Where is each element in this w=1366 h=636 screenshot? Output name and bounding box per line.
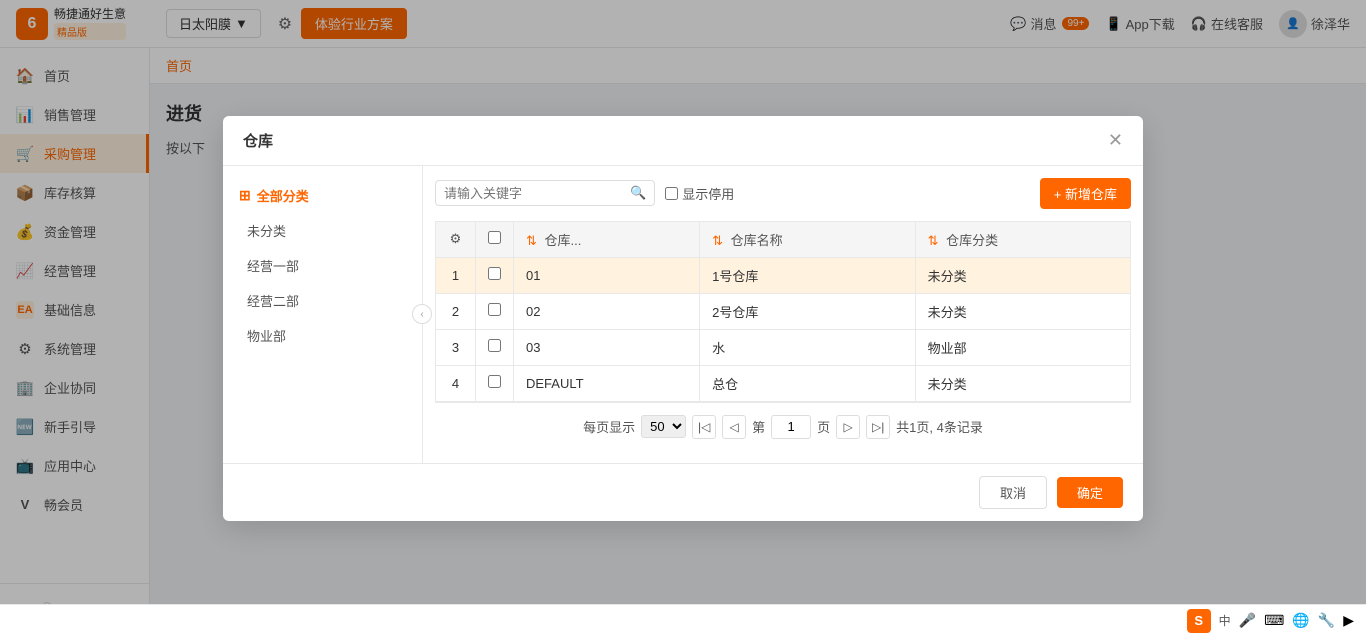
- pagination: 每页显示 50 |◁ ◁ 第 页 ▷ ▷| 共1页, 4条记录: [435, 402, 1131, 451]
- row-checkbox-4[interactable]: [476, 365, 514, 401]
- add-warehouse-button[interactable]: + 新增仓库: [1040, 178, 1131, 209]
- per-page-label: 每页显示: [583, 417, 635, 436]
- keyboard-icon: ⌨: [1264, 612, 1284, 629]
- search-icon: 🔍: [630, 185, 646, 201]
- row-checkbox-3[interactable]: [476, 329, 514, 365]
- page-prev-btn[interactable]: ◁: [722, 415, 746, 439]
- table-row[interactable]: 1 01 1号仓库 未分类: [436, 257, 1131, 293]
- category-item-property[interactable]: 物业部: [223, 318, 422, 353]
- play-icon: ▶: [1343, 612, 1354, 629]
- show-disabled-label[interactable]: 显示停用: [665, 184, 734, 203]
- row-index-4: 4: [436, 365, 476, 401]
- category-item-ops2[interactable]: 经营二部: [223, 283, 422, 318]
- category-all-label: 全部分类: [257, 186, 309, 205]
- col-name: ⇅ 仓库名称: [700, 221, 915, 257]
- row-category-2: 未分类: [915, 293, 1130, 329]
- modal-title: 仓库: [243, 130, 273, 151]
- table-row[interactable]: 2 02 2号仓库 未分类: [436, 293, 1131, 329]
- col-code: ⇅ 仓库...: [514, 221, 700, 257]
- page-last-btn[interactable]: ▷|: [866, 415, 890, 439]
- row-index-3: 3: [436, 329, 476, 365]
- row-index-1: 1: [436, 257, 476, 293]
- row-category-4: 未分类: [915, 365, 1130, 401]
- show-disabled-checkbox[interactable]: [665, 187, 678, 200]
- settings-col-icon: ⚙: [450, 231, 462, 246]
- row-checkbox-2[interactable]: [476, 293, 514, 329]
- category-all[interactable]: ⊞ 全部分类: [223, 178, 422, 213]
- category-item-uncategorized[interactable]: 未分类: [223, 213, 422, 248]
- modal-body: ⊞ 全部分类 未分类 经营一部 经营二部 物业部 ‹: [223, 166, 1143, 463]
- bottom-bar: S 中 🎤 ⌨ 🌐 🔧 ▶: [0, 604, 1366, 636]
- category-collapse-btn[interactable]: ‹: [412, 304, 432, 324]
- modal-footer: 取消 确定: [223, 463, 1143, 521]
- row-category-3: 物业部: [915, 329, 1130, 365]
- modal-overlay: 仓库 ✕ ⊞ 全部分类 未分类 经营一部 经营二部: [0, 0, 1366, 636]
- row-index-2: 2: [436, 293, 476, 329]
- confirm-button[interactable]: 确定: [1057, 477, 1123, 508]
- table-row[interactable]: 4 DEFAULT 总仓 未分类: [436, 365, 1131, 401]
- row-code-2: 02: [514, 293, 700, 329]
- page-next-btn[interactable]: ▷: [836, 415, 860, 439]
- col-category: ⇅ 仓库分类: [915, 221, 1130, 257]
- search-wrap: 🔍: [435, 180, 655, 206]
- modal-close-button[interactable]: ✕: [1108, 130, 1123, 151]
- table-toolbar: 🔍 显示停用 + 新增仓库: [435, 178, 1131, 209]
- warehouse-table: ⚙ ⇅ 仓库... ⇅: [435, 221, 1131, 402]
- page-first-btn[interactable]: |◁: [692, 415, 716, 439]
- row-category-1: 未分类: [915, 257, 1130, 293]
- row-checkbox-1[interactable]: [476, 257, 514, 293]
- cancel-button[interactable]: 取消: [979, 476, 1047, 509]
- ime-label: 中: [1219, 612, 1231, 629]
- category-panel: ⊞ 全部分类 未分类 经营一部 经营二部 物业部 ‹: [223, 166, 423, 463]
- warehouse-modal: 仓库 ✕ ⊞ 全部分类 未分类 经营一部 经营二部: [223, 116, 1143, 521]
- per-page-select[interactable]: 50: [641, 415, 686, 438]
- mic-icon: 🎤: [1239, 612, 1256, 629]
- row-code-1: 01: [514, 257, 700, 293]
- pagination-total: 共1页, 4条记录: [896, 417, 983, 436]
- row-name-1: 1号仓库: [700, 257, 915, 293]
- row-name-2: 2号仓库: [700, 293, 915, 329]
- page-label-pre: 第: [752, 417, 765, 436]
- row-code-3: 03: [514, 329, 700, 365]
- language-icon: 🌐: [1292, 612, 1309, 629]
- category-item-ops1[interactable]: 经营一部: [223, 248, 422, 283]
- search-input[interactable]: [444, 186, 624, 201]
- sort-cat-icon: ⇅: [928, 233, 939, 249]
- col-settings: ⚙: [436, 221, 476, 257]
- row-code-4: DEFAULT: [514, 365, 700, 401]
- table-header: ⚙ ⇅ 仓库... ⇅: [436, 221, 1131, 257]
- select-all-checkbox[interactable]: [488, 231, 501, 244]
- table-panel: 🔍 显示停用 + 新增仓库 ⚙: [423, 166, 1143, 463]
- row-name-3: 水: [700, 329, 915, 365]
- table-body: 1 01 1号仓库 未分类 2 02 2号仓库: [436, 257, 1131, 401]
- table-row[interactable]: 3 03 水 物业部: [436, 329, 1131, 365]
- page-label-post: 页: [817, 417, 830, 436]
- col-checkbox: [476, 221, 514, 257]
- table-scroll: ⚙ ⇅ 仓库... ⇅: [435, 221, 1131, 402]
- tool-icon: 🔧: [1318, 612, 1335, 629]
- s-brand-logo: S: [1187, 609, 1211, 633]
- row-name-4: 总仓: [700, 365, 915, 401]
- grid-icon: ⊞: [239, 187, 251, 204]
- page-number-input[interactable]: [771, 415, 811, 439]
- modal-header: 仓库 ✕: [223, 116, 1143, 166]
- sort-code-icon: ⇅: [526, 233, 537, 249]
- sort-name-icon: ⇅: [712, 233, 723, 249]
